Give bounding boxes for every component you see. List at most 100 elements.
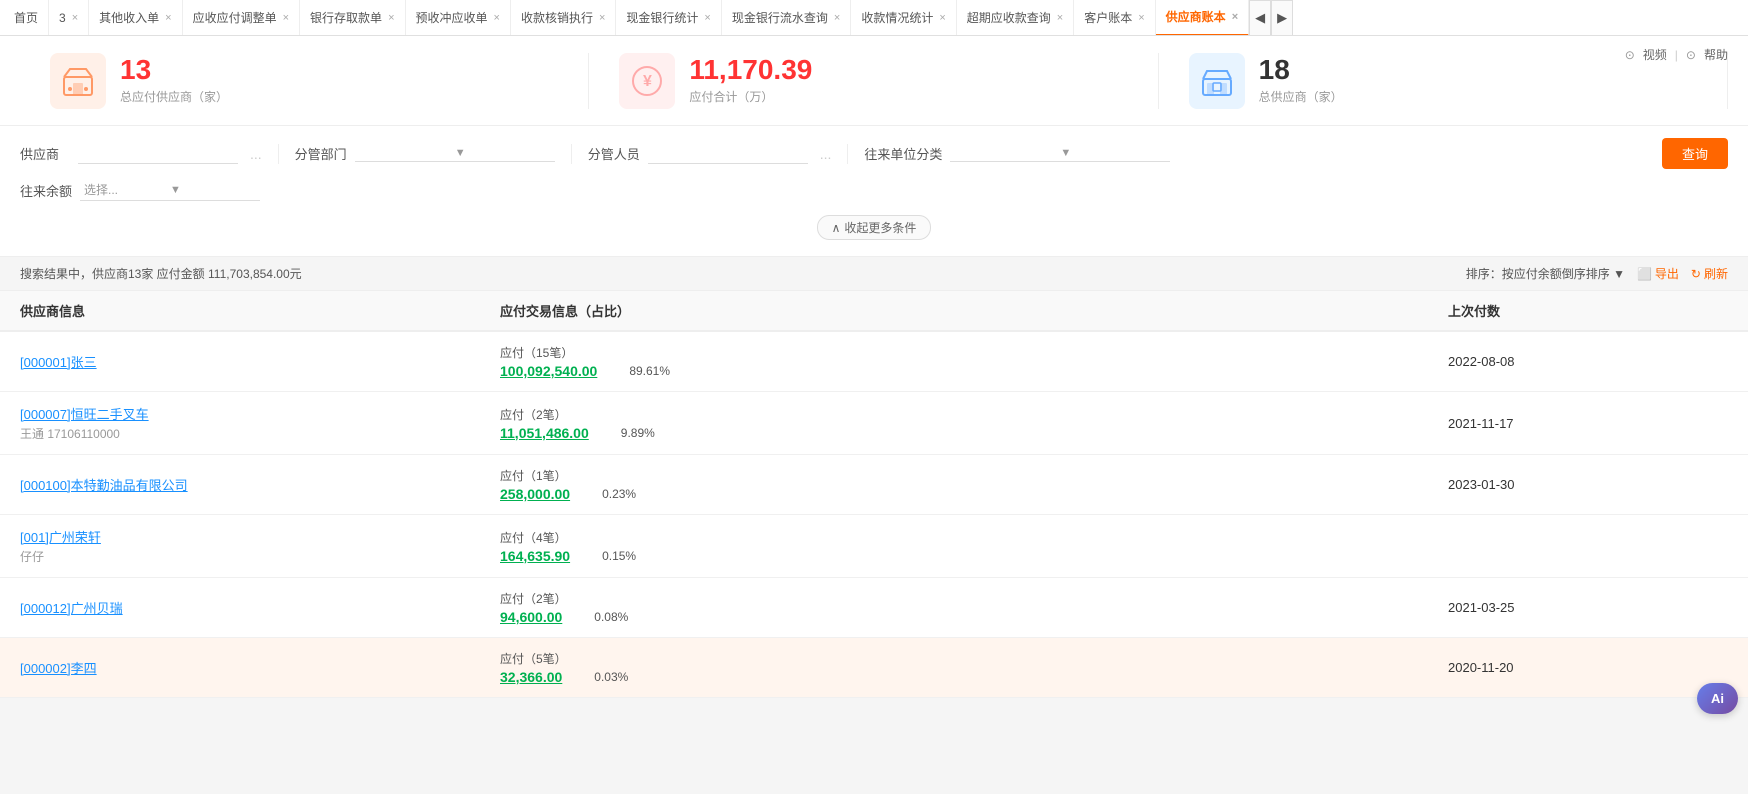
stat-block-payable-suppliers: 13 总应付供应商（家） — [20, 53, 589, 109]
nav-next-arrow[interactable]: ▶ — [1271, 0, 1293, 36]
payable-percent: 0.23% — [602, 487, 636, 501]
filter-row-2: 往来余额 选择... ▼ — [20, 179, 1728, 201]
nav-tab-customer-ledger[interactable]: 客户账本 × — [1074, 0, 1155, 36]
supplier-cell: [000002]李四 — [20, 658, 500, 677]
balance-select[interactable]: 选择... ▼ — [80, 179, 260, 201]
nav-tab-other-income[interactable]: 其他收入单 × — [89, 0, 182, 36]
close-icon[interactable]: × — [165, 12, 171, 24]
chevron-down-icon: ▼ — [1060, 147, 1166, 159]
dept-select[interactable]: ▼ — [355, 145, 555, 162]
payable-amount[interactable]: 32,366.00 — [500, 669, 562, 685]
supplier-link[interactable]: [000100]本特勤油品有限公司 — [20, 478, 188, 493]
supplier-sub-info: 仔仔 — [20, 548, 500, 565]
close-icon[interactable]: × — [1057, 12, 1063, 24]
nav-tab-home[interactable]: 首页 — [4, 0, 49, 36]
payable-amount[interactable]: 258,000.00 — [500, 486, 570, 502]
last-pay-date: 2021-11-17 — [1448, 416, 1728, 431]
total-suppliers-count: 18 — [1259, 56, 1343, 84]
nav-tab-supplier-ledger[interactable]: 供应商账本 × — [1156, 0, 1249, 36]
close-icon[interactable]: × — [388, 12, 394, 24]
nav-tab-ar-ap-adjust[interactable]: 应收应付调整单 × — [183, 0, 300, 36]
payable-amount[interactable]: 11,051,486.00 — [500, 425, 589, 441]
supplier-link[interactable]: [001]广州荣轩 — [20, 530, 101, 545]
divider — [278, 144, 279, 164]
store-icon — [1189, 53, 1245, 109]
result-info: 搜索结果中，供应商13家 应付金额 111,703,854.00元 — [20, 265, 302, 282]
export-button[interactable]: ⬜ 导出 — [1637, 265, 1679, 282]
supplier-cell: [000012]广州贝瑞 — [20, 598, 500, 617]
chevron-down-icon: ▼ — [455, 147, 551, 159]
payable-amount[interactable]: 94,600.00 — [500, 609, 562, 625]
col-payable-info: 应付交易信息（占比） — [500, 301, 1448, 320]
supplier-sub-info: 王通 17106110000 — [20, 425, 500, 442]
close-icon[interactable]: × — [1138, 12, 1144, 24]
result-actions: 排序：按应付余额倒序排序 ▼ ⬜ 导出 ↻ 刷新 — [1466, 265, 1728, 282]
supplier-link[interactable]: [000001]张三 — [20, 355, 97, 370]
collapse-label: 收起更多条件 — [844, 219, 916, 236]
payable-suppliers-count: 13 — [120, 56, 228, 84]
table-header: 供应商信息 应付交易信息（占比） 上次付数 — [0, 291, 1748, 332]
collapse-bar: ∧ 收起更多条件 — [20, 211, 1728, 248]
close-icon[interactable]: × — [834, 12, 840, 24]
table-row: [000012]广州贝瑞应付（2笔）94,600.000.08%2021-03-… — [0, 578, 1748, 638]
refresh-button[interactable]: ↻ 刷新 — [1691, 265, 1728, 282]
nav-tab-collection-stat[interactable]: 收款情况统计 × — [851, 0, 956, 36]
svg-text:¥: ¥ — [643, 73, 652, 90]
table-row: [000100]本特勤油品有限公司应付（1笔）258,000.000.23%20… — [0, 455, 1748, 515]
supplier-link[interactable]: [000012]广州贝瑞 — [20, 601, 123, 616]
person-dots[interactable]: ... — [820, 146, 832, 162]
nav-tab-prepay-offset[interactable]: 预收冲应收单 × — [406, 0, 511, 36]
table-row: [001]广州荣轩仔仔应付（4笔）164,635.900.15% — [0, 515, 1748, 578]
balance-filter-label: 往来余额 — [20, 181, 72, 200]
payable-description: 应付（4笔） — [500, 529, 567, 546]
supplier-link[interactable]: [000007]恒旺二手叉车 — [20, 407, 149, 422]
nav-prev-arrow[interactable]: ◀ — [1249, 0, 1271, 36]
close-icon[interactable]: × — [1232, 11, 1238, 23]
nav-tab-bank-deposit[interactable]: 银行存取款单 × — [300, 0, 405, 36]
table-row: [000002]李四应付（5笔）32,366.000.03%2020-11-20 — [0, 638, 1748, 698]
query-button[interactable]: 查询 — [1662, 138, 1728, 169]
table-body: [000001]张三应付（15笔）100,092,540.0089.61%202… — [0, 332, 1748, 698]
payable-amount[interactable]: 100,092,540.00 — [500, 363, 597, 379]
filter-area: 供应商 ... 分管部门 ▼ 分管人员 ... 往来单位分类 ▼ — [0, 126, 1748, 257]
supplier-input[interactable] — [78, 144, 238, 164]
sort-label[interactable]: 排序：按应付余额倒序排序 ▼ — [1466, 265, 1625, 282]
supplier-link[interactable]: [000002]李四 — [20, 661, 97, 676]
close-icon[interactable]: × — [283, 12, 289, 24]
filter-person: 分管人员 ... — [588, 144, 832, 164]
close-icon[interactable]: × — [939, 12, 945, 24]
close-icon[interactable]: × — [72, 12, 78, 24]
person-filter-label: 分管人员 — [588, 144, 640, 163]
close-icon[interactable]: × — [599, 12, 605, 24]
nav-tab-cash-bank-stat[interactable]: 现金银行统计 × — [616, 0, 721, 36]
nav-tab-overdue-ar[interactable]: 超期应收款查询 × — [957, 0, 1074, 36]
payable-total-amount: 11,170.39 — [689, 56, 812, 84]
payable-description: 应付（5笔） — [500, 650, 567, 667]
supplier-dots[interactable]: ... — [250, 146, 262, 162]
col-supplier-info: 供应商信息 — [20, 301, 500, 320]
nav-tab-collection-exec[interactable]: 收款核销执行 × — [511, 0, 616, 36]
help-link[interactable]: 帮助 — [1704, 46, 1728, 63]
person-input[interactable] — [648, 144, 808, 164]
filter-row-1: 供应商 ... 分管部门 ▼ 分管人员 ... 往来单位分类 ▼ — [20, 138, 1728, 169]
supplier-cell: [000100]本特勤油品有限公司 — [20, 475, 500, 494]
payable-description: 应付（1笔） — [500, 467, 567, 484]
close-icon[interactable]: × — [494, 12, 500, 24]
nav-tab-cash-bank-flow[interactable]: 现金银行流水查询 × — [722, 0, 851, 36]
category-select[interactable]: ▼ — [950, 145, 1170, 162]
collapse-button[interactable]: ∧ 收起更多条件 — [817, 215, 932, 240]
supplier-cell: [000007]恒旺二手叉车王通 17106110000 — [20, 404, 500, 442]
payable-percent: 9.89% — [621, 426, 655, 440]
video-link[interactable]: 视频 — [1643, 46, 1667, 63]
divider — [847, 144, 848, 164]
chevron-down-icon: ▼ — [170, 184, 256, 196]
nav-tab-3[interactable]: 3 × — [49, 0, 89, 36]
payable-cell: 应付（5笔）32,366.000.03% — [500, 650, 1448, 685]
col-last-pay: 上次付数 — [1448, 301, 1728, 320]
category-filter-label: 往来单位分类 — [864, 144, 942, 163]
chevron-up-icon: ∧ — [832, 221, 841, 235]
close-icon[interactable]: × — [704, 12, 710, 24]
payable-amount[interactable]: 164,635.90 — [500, 548, 570, 564]
ai-button[interactable]: Ai — [1697, 683, 1738, 714]
filter-supplier: 供应商 ... — [20, 144, 262, 164]
